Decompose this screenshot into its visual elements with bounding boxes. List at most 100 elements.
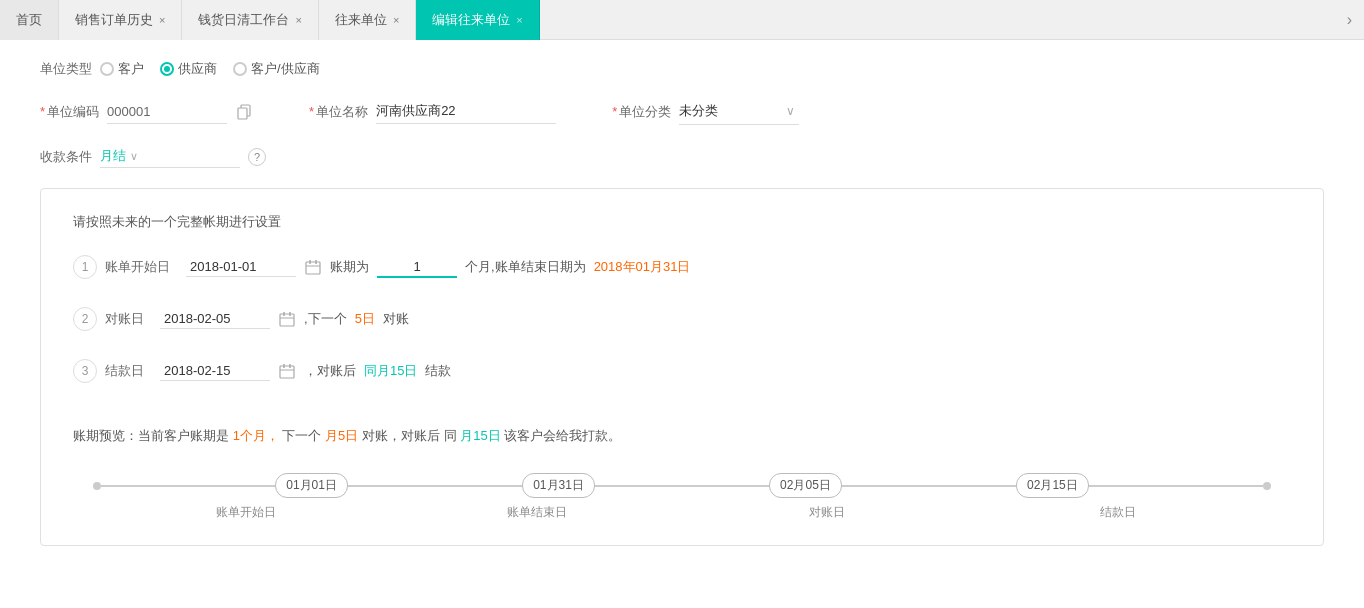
- unit-name-input[interactable]: [376, 100, 556, 124]
- preview-payment-day: 月15日: [460, 428, 500, 443]
- unit-code-required: *: [40, 104, 45, 119]
- period-settings-box: 请按照未来的一个完整帐期进行设置 1 账单开始日 账期为 个月,账单结束日期为 …: [40, 188, 1324, 546]
- tab-cash-work-label: 钱货日清工作台: [198, 11, 289, 29]
- unit-code-input[interactable]: [107, 100, 227, 124]
- unit-type-row: 单位类型 客户 供应商 客户/供应商: [40, 60, 1324, 78]
- payment-value: 月结: [100, 147, 126, 165]
- timeline-seg-5: [1089, 485, 1263, 487]
- radio-supplier[interactable]: 供应商: [160, 60, 217, 78]
- step-2-calendar-icon[interactable]: [278, 310, 296, 328]
- timeline-node-3: 02月05日: [769, 473, 842, 498]
- step-1-date-input[interactable]: [186, 257, 296, 277]
- timeline-node-1-label: 01月01日: [275, 473, 348, 498]
- preview-reconcile: 对账，对账后: [362, 428, 440, 443]
- step-2-num: 2: [73, 307, 97, 331]
- timeline-start-dot: [93, 482, 101, 490]
- timeline-node-3-label: 02月05日: [769, 473, 842, 498]
- tab-sales-history-close[interactable]: ×: [159, 14, 165, 26]
- svg-rect-2: [306, 262, 320, 274]
- tab-cash-work[interactable]: 钱货日清工作台 ×: [182, 0, 318, 40]
- step-2-row: 2 对账日 ,下一个 5日 对账: [73, 307, 1291, 331]
- radio-customer-supplier-circle: [233, 62, 247, 76]
- unit-code-field: *单位编码: [40, 100, 253, 124]
- preview-next-day-prefix: 下一个: [282, 428, 321, 443]
- step-1-period-unit: 个月,账单结束日期为: [465, 258, 586, 276]
- timeline-seg-2: [348, 485, 522, 487]
- unit-type-field: 单位类型 客户 供应商 客户/供应商: [40, 60, 320, 78]
- step-2-desc-prefix: ,下一个: [304, 310, 347, 328]
- step-3-desc-suffix: 结款: [425, 362, 451, 380]
- timeline-desc-1: 账单开始日: [101, 504, 392, 521]
- tab-sales-history[interactable]: 销售订单历史 ×: [59, 0, 182, 40]
- payment-row: 收款条件 月结 ∨ ?: [40, 145, 1324, 168]
- unit-category-label: *单位分类: [612, 103, 671, 121]
- step-1-calendar-icon[interactable]: [304, 258, 322, 276]
- step-2-desc-highlight: 5日: [355, 310, 375, 328]
- step-1-row: 1 账单开始日 账期为 个月,账单结束日期为 2018年01月31日: [73, 255, 1291, 279]
- radio-supplier-circle: [160, 62, 174, 76]
- step-1-num: 1: [73, 255, 97, 279]
- step-3-num: 3: [73, 359, 97, 383]
- unit-name-label: *单位名称: [309, 103, 368, 121]
- preview-months: 1个月，: [233, 428, 279, 443]
- radio-customer-circle: [100, 62, 114, 76]
- unit-category-value: 未分类: [679, 102, 782, 120]
- tab-counterparty[interactable]: 往来单位 ×: [319, 0, 416, 40]
- timeline-seg-3: [595, 485, 769, 487]
- step-1-period-input[interactable]: [377, 257, 457, 278]
- svg-rect-10: [280, 366, 294, 378]
- unit-type-label: 单位类型: [40, 60, 92, 78]
- unit-type-radio-group: 客户 供应商 客户/供应商: [100, 60, 320, 78]
- step-3-date-input[interactable]: [160, 361, 270, 381]
- step-2-label: 对账日: [105, 310, 144, 328]
- step-3-desc-highlight: 同月15日: [364, 362, 417, 380]
- timeline-desc-2: 账单结束日: [392, 504, 683, 521]
- preview-payment-day-prefix: 同: [444, 428, 457, 443]
- tab-counterparty-close[interactable]: ×: [393, 14, 399, 26]
- timeline-node-2: 01月31日: [522, 473, 595, 498]
- step-2-date-input[interactable]: [160, 309, 270, 329]
- payment-help-icon[interactable]: ?: [248, 148, 266, 166]
- payment-select[interactable]: 月结 ∨: [100, 145, 240, 168]
- step-3-label: 结款日: [105, 362, 144, 380]
- timeline-end-dot: [1263, 482, 1271, 490]
- radio-customer-supplier[interactable]: 客户/供应商: [233, 60, 320, 78]
- tab-cash-work-close[interactable]: ×: [295, 14, 301, 26]
- timeline-node-4-label: 02月15日: [1016, 473, 1089, 498]
- timeline-node-1: 01月01日: [275, 473, 348, 498]
- tab-edit-counterparty[interactable]: 编辑往来单位 ×: [416, 0, 539, 40]
- step-1-period-end: 2018年01月31日: [594, 258, 691, 276]
- step-3-calendar-icon[interactable]: [278, 362, 296, 380]
- payment-field: 收款条件 月结 ∨ ?: [40, 145, 266, 168]
- timeline-desc-row: 账单开始日 账单结束日 对账日 结款日: [93, 504, 1271, 521]
- unit-info-row: *单位编码 *单位名称 *单位分类 未分类 ∨: [40, 98, 1324, 125]
- tab-home-label: 首页: [16, 11, 42, 29]
- tab-counterparty-label: 往来单位: [335, 11, 387, 29]
- tab-edit-counterparty-label: 编辑往来单位: [432, 11, 510, 29]
- tab-edit-counterparty-close[interactable]: ×: [516, 14, 522, 26]
- tab-home[interactable]: 首页: [0, 0, 59, 40]
- timeline-desc-4: 结款日: [973, 504, 1264, 521]
- unit-category-required: *: [612, 104, 617, 119]
- account-preview: 账期预览：当前客户账期是 1个月， 下一个 月5日 对账，对账后 同 月15日 …: [73, 411, 1291, 449]
- payment-label: 收款条件: [40, 148, 92, 166]
- payment-arrow: ∨: [130, 150, 138, 163]
- main-content: 单位类型 客户 供应商 客户/供应商 *单位编码: [0, 40, 1364, 608]
- timeline-track: 01月01日 01月31日 02月05日 02月15日: [93, 473, 1271, 498]
- tab-more-button[interactable]: ›: [1335, 0, 1364, 40]
- svg-rect-1: [238, 108, 247, 119]
- timeline-node-4: 02月15日: [1016, 473, 1089, 498]
- unit-name-field: *单位名称: [309, 100, 556, 124]
- step-2-desc-suffix: 对账: [383, 310, 409, 328]
- step-1-period-label: 账期为: [330, 258, 369, 276]
- unit-category-select[interactable]: 未分类 ∨: [679, 98, 799, 125]
- unit-code-copy-icon[interactable]: [235, 103, 253, 121]
- preview-suffix: 该客户会给我打款。: [504, 428, 621, 443]
- tab-sales-history-label: 销售订单历史: [75, 11, 153, 29]
- unit-category-arrow: ∨: [786, 104, 795, 118]
- preview-next-day: 月5日: [325, 428, 358, 443]
- unit-category-field: *单位分类 未分类 ∨: [612, 98, 799, 125]
- tab-bar: 首页 销售订单历史 × 钱货日清工作台 × 往来单位 × 编辑往来单位 × ›: [0, 0, 1364, 40]
- radio-supplier-label: 供应商: [178, 60, 217, 78]
- radio-customer[interactable]: 客户: [100, 60, 144, 78]
